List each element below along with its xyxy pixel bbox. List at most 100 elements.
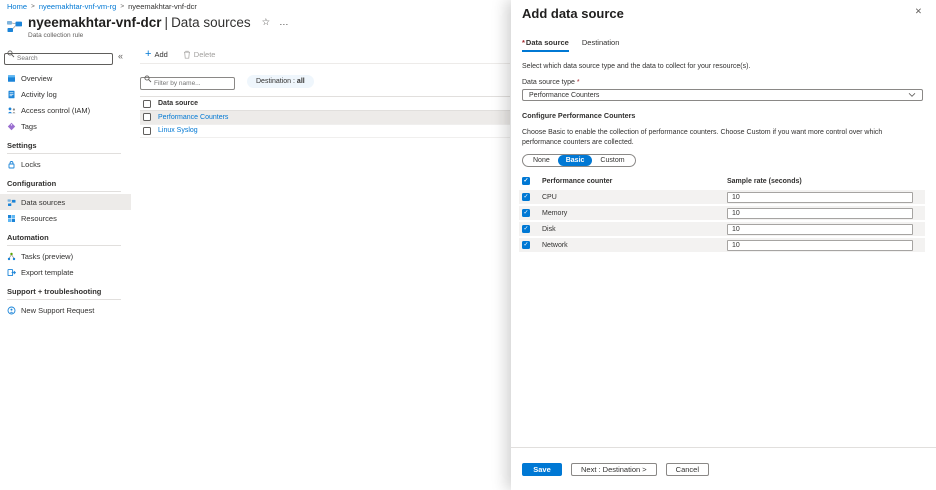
sidebar-item-overview[interactable]: Overview [0, 70, 131, 86]
search-icon [7, 50, 15, 58]
configure-section-description: Choose Basic to enable the collection of… [522, 128, 923, 147]
command-bar: + Add Delete [140, 48, 510, 60]
resources-icon [7, 214, 16, 223]
data-sources-table: Data source Performance Counters Linux S… [140, 96, 510, 138]
counter-checkbox[interactable]: ✓ [522, 225, 530, 233]
destination-filter-value: all [297, 78, 305, 85]
divider [7, 245, 121, 246]
breadcrumb-resource-group[interactable]: nyeemakhtar-vnf-vm-rg [39, 2, 117, 11]
counter-name: Network [542, 242, 727, 249]
counter-checkbox[interactable]: ✓ [522, 241, 530, 249]
sidebar-item-label: New Support Request [21, 306, 94, 315]
tab-destination[interactable]: Destination [582, 38, 620, 52]
select-all-checkbox[interactable] [143, 100, 151, 108]
sidebar-group-support: Support + troubleshooting [0, 280, 131, 299]
chevron-down-icon [908, 92, 916, 98]
column-header-sample-rate: Sample rate (seconds) [727, 178, 925, 185]
sidebar-item-tasks-preview[interactable]: Tasks (preview) [0, 248, 131, 264]
sidebar-group-configuration: Configuration [0, 172, 131, 191]
sidebar-item-locks[interactable]: Locks [0, 156, 131, 172]
counter-checkbox[interactable]: ✓ [522, 193, 530, 201]
page-header: nyeemakhtar-vnf-dcr | Data sources ☆ … D… [6, 15, 290, 39]
sidebar-item-activity-log[interactable]: Activity log [0, 86, 131, 102]
counter-row-network: ✓ Network [519, 238, 925, 252]
sample-rate-input-cpu[interactable] [727, 192, 913, 203]
breadcrumb-separator: > [120, 3, 124, 10]
save-button[interactable]: Save [522, 463, 562, 476]
dropdown-value: Performance Counters [529, 92, 599, 99]
mode-option-basic[interactable]: Basic [558, 155, 593, 166]
close-icon[interactable]: ✕ [915, 6, 922, 17]
page-title: nyeemakhtar-vnf-dcr | Data sources ☆ … [28, 15, 290, 31]
tab-label: Data source [526, 38, 569, 47]
performance-counters-link[interactable]: Performance Counters [158, 114, 228, 121]
row-checkbox[interactable] [143, 113, 151, 121]
azure-portal-screen: Home > nyeemakhtar-vnf-vm-rg > nyeemakht… [0, 0, 936, 490]
breadcrumb-home[interactable]: Home [7, 2, 27, 11]
counter-row-disk: ✓ Disk [519, 222, 925, 236]
favorite-star-icon[interactable]: ☆ [262, 15, 271, 31]
linux-syslog-link[interactable]: Linux Syslog [158, 127, 198, 134]
access-control-icon [7, 106, 16, 115]
counter-name: CPU [542, 194, 727, 201]
collapse-menu-icon[interactable]: « [118, 51, 123, 61]
cancel-button[interactable]: Cancel [666, 463, 709, 476]
table-row[interactable]: Performance Counters [140, 111, 510, 125]
panel-title: Add data source [522, 7, 923, 21]
delete-button[interactable]: Delete [183, 50, 216, 59]
filter-row: Destination : all [140, 72, 510, 90]
mode-option-custom[interactable]: Custom [592, 155, 632, 166]
counters-header-row: ✓ Performance counter Sample rate (secon… [519, 175, 925, 187]
collection-mode-toggle: None Basic Custom [522, 154, 636, 167]
breadcrumb-current: nyeemakhtar-vnf-dcr [128, 2, 197, 11]
sidebar-item-tags[interactable]: Tags [0, 118, 131, 134]
filter-by-name-input[interactable] [140, 77, 235, 90]
row-checkbox[interactable] [143, 127, 151, 135]
page-title-separator: | [165, 15, 169, 31]
data-collection-rule-icon [6, 19, 23, 34]
sidebar-item-label: Export template [21, 268, 74, 277]
mode-option-none[interactable]: None [525, 155, 558, 166]
sidebar-item-label: Locks [21, 160, 41, 169]
sidebar-item-label: Access control (IAM) [21, 106, 90, 115]
panel-description: Select which data source type and the da… [522, 62, 923, 71]
counter-row-cpu: ✓ CPU [519, 190, 925, 204]
sidebar-item-label: Tags [21, 122, 37, 131]
select-all-counters-checkbox[interactable]: ✓ [522, 177, 530, 185]
add-button[interactable]: + Add [145, 49, 168, 59]
lock-icon [7, 160, 16, 169]
field-label-text: Data source type [522, 79, 575, 86]
overview-icon [7, 74, 16, 83]
performance-counters-table: ✓ Performance counter Sample rate (secon… [519, 175, 925, 252]
destination-filter-pill[interactable]: Destination : all [247, 75, 314, 88]
sidebar-item-label: Resources [21, 214, 57, 223]
sidebar-group-automation: Automation [0, 226, 131, 245]
sidebar-item-export-template[interactable]: Export template [0, 264, 131, 280]
sidebar-item-access-control[interactable]: Access control (IAM) [0, 102, 131, 118]
tab-data-source[interactable]: *Data source [522, 38, 569, 52]
counter-name: Disk [542, 226, 727, 233]
divider [7, 153, 121, 154]
next-destination-button[interactable]: Next : Destination > [571, 463, 657, 476]
more-options-icon[interactable]: … [279, 15, 290, 31]
sample-rate-input-disk[interactable] [727, 224, 913, 235]
sidebar-item-new-support-request[interactable]: New Support Request [0, 302, 131, 318]
counter-row-memory: ✓ Memory [519, 206, 925, 220]
sidebar: « Overview Activity log Access control (… [0, 45, 131, 490]
required-marker: * [577, 79, 580, 86]
sidebar-item-label: Activity log [21, 90, 57, 99]
panel-footer: Save Next : Destination > Cancel [511, 447, 936, 490]
sidebar-search-input[interactable] [4, 53, 113, 65]
sidebar-item-label: Tasks (preview) [21, 252, 73, 261]
sample-rate-input-memory[interactable] [727, 208, 913, 219]
delete-button-label: Delete [194, 50, 216, 59]
table-row[interactable]: Linux Syslog [140, 125, 510, 139]
sidebar-item-resources[interactable]: Resources [0, 210, 131, 226]
resource-type-subtitle: Data collection rule [28, 32, 290, 39]
sample-rate-input-network[interactable] [727, 240, 913, 251]
data-source-type-dropdown[interactable]: Performance Counters [522, 89, 923, 101]
counter-checkbox[interactable]: ✓ [522, 209, 530, 217]
breadcrumb: Home > nyeemakhtar-vnf-vm-rg > nyeemakht… [7, 2, 197, 11]
sidebar-item-data-sources[interactable]: Data sources [0, 194, 131, 210]
sidebar-item-label: Overview [21, 74, 52, 83]
